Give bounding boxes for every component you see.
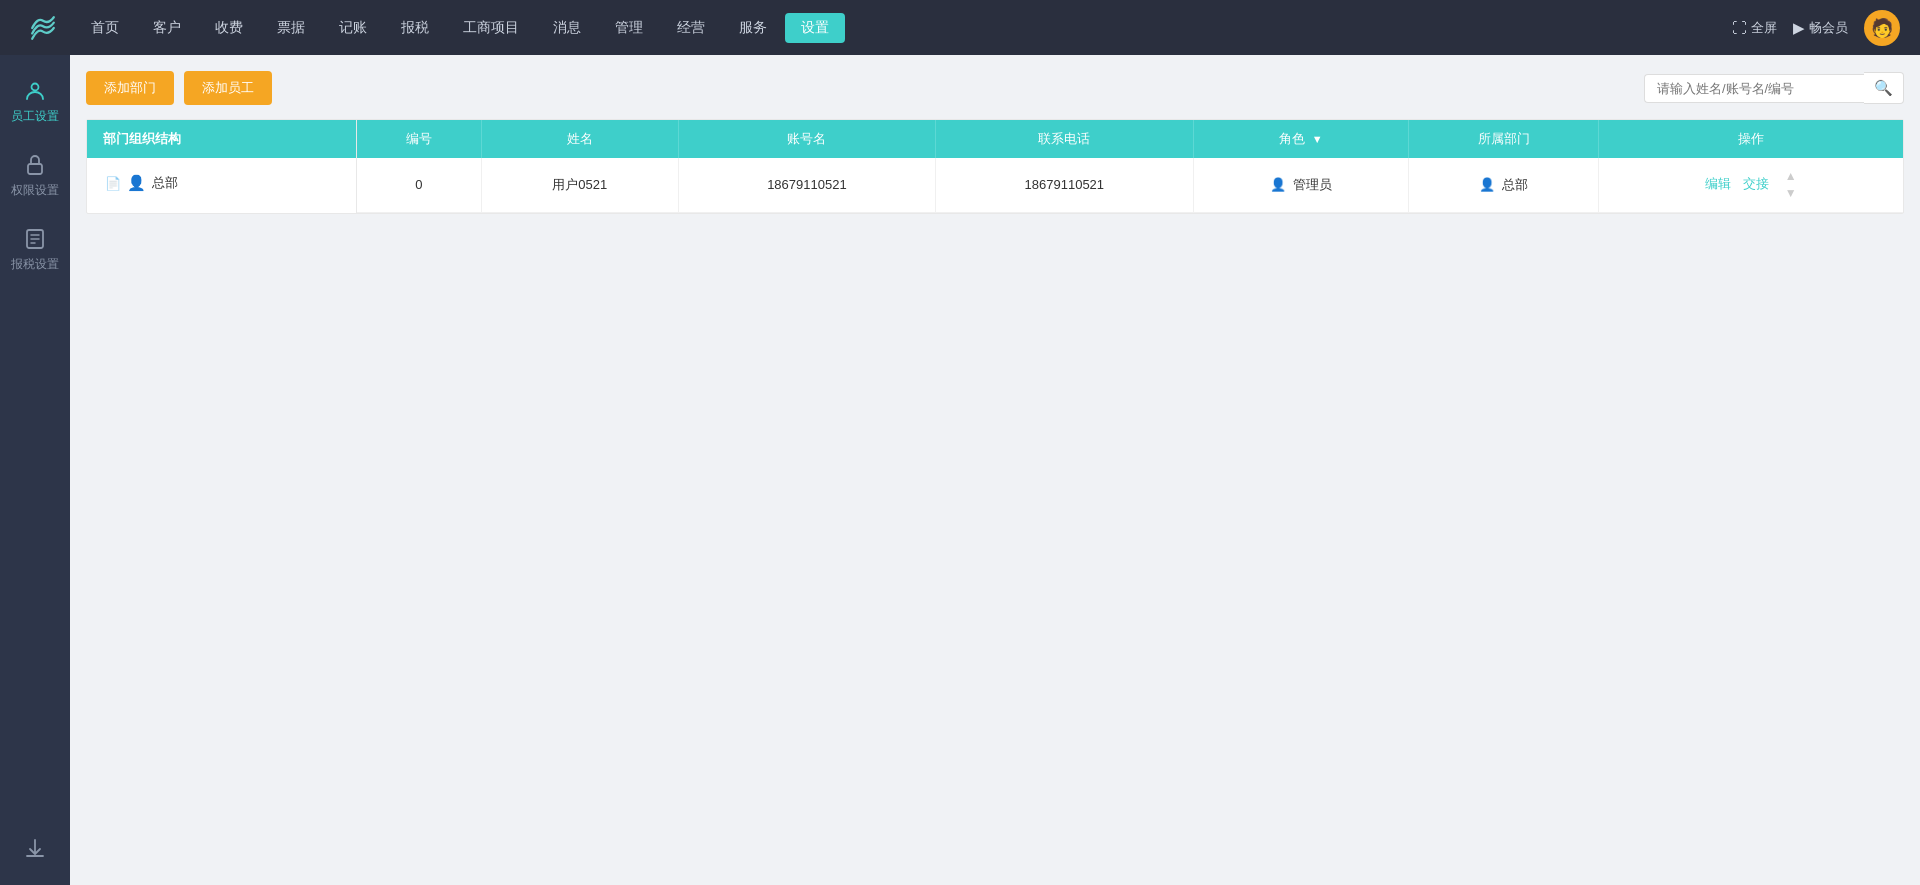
nav-item-business[interactable]: 工商项目 — [447, 13, 535, 43]
cell-id: 0 — [357, 158, 481, 212]
user-icon: 👤 — [127, 174, 146, 192]
search-button[interactable]: 🔍 — [1864, 72, 1904, 104]
dept-user-icon: 👤 — [1479, 177, 1495, 192]
search-icon: 🔍 — [1874, 79, 1893, 96]
sidebar-item-employee[interactable]: 员工设置 — [0, 65, 70, 139]
table-row: 0 用户0521 18679110521 18679110521 👤 管理员 👤… — [357, 158, 1903, 212]
nav-item-operation[interactable]: 经营 — [661, 13, 721, 43]
fullscreen-button[interactable]: ⛶ 全屏 — [1732, 19, 1777, 37]
nav-right: ⛶ 全屏 ▶ 畅会员 🧑 — [1732, 10, 1900, 46]
avatar-icon: 🧑 — [1871, 17, 1893, 39]
search-input[interactable] — [1644, 74, 1864, 103]
col-actions: 操作 — [1598, 120, 1903, 158]
cell-role: 👤 管理员 — [1193, 158, 1409, 212]
nav-item-settings[interactable]: 设置 — [785, 13, 845, 43]
nav-item-bill[interactable]: 票据 — [261, 13, 321, 43]
cell-dept: 👤 总部 — [1409, 158, 1599, 212]
tree-item-general[interactable]: 📄 👤 总部 — [97, 168, 346, 198]
fullscreen-icon: ⛶ — [1732, 19, 1747, 36]
col-phone: 联系电话 — [936, 120, 1193, 158]
cell-phone: 18679110521 — [936, 158, 1193, 212]
sidebar-label-permission: 权限设置 — [11, 182, 59, 199]
fullscreen-label: 全屏 — [1751, 19, 1777, 37]
member-label: 畅会员 — [1809, 19, 1848, 37]
transfer-link[interactable]: 交接 — [1743, 176, 1769, 191]
member-button[interactable]: ▶ 畅会员 — [1793, 19, 1848, 37]
sort-icon: ▼ — [1312, 133, 1323, 145]
sidebar-item-taxsettings[interactable]: 报税设置 — [0, 213, 70, 287]
col-id: 编号 — [357, 120, 481, 158]
col-role[interactable]: 角色 ▼ — [1193, 120, 1409, 158]
avatar[interactable]: 🧑 — [1864, 10, 1900, 46]
top-nav: 首页 客户 收费 票据 记账 报税 工商项目 消息 管理 经营 服务 设置 ⛶ … — [0, 0, 1920, 55]
add-employee-button[interactable]: 添加员工 — [184, 71, 272, 105]
nav-item-customer[interactable]: 客户 — [137, 13, 197, 43]
file-icon: 📄 — [105, 176, 121, 191]
nav-item-service[interactable]: 服务 — [723, 13, 783, 43]
employee-icon — [23, 79, 47, 103]
sidebar-label-employee: 员工设置 — [11, 108, 59, 125]
tree-body: 📄 👤 总部 — [87, 158, 356, 208]
nav-item-tax[interactable]: 报税 — [385, 13, 445, 43]
cell-actions: 编辑 交接 ▲ ▼ — [1598, 158, 1903, 212]
table-header-row: 编号 姓名 账号名 联系电话 角 — [357, 120, 1903, 158]
main-layout: 员工设置 权限设置 报税设置 — [0, 55, 1920, 885]
col-account: 账号名 — [678, 120, 935, 158]
nav-item-message[interactable]: 消息 — [537, 13, 597, 43]
search-area: 🔍 — [1644, 72, 1904, 104]
arrow-up-icon[interactable]: ▲ — [1785, 168, 1797, 185]
svg-rect-1 — [28, 164, 42, 174]
tree-header: 部门组织结构 — [87, 120, 356, 158]
nav-item-home[interactable]: 首页 — [75, 13, 135, 43]
toolbar: 添加部门 添加员工 🔍 — [86, 71, 1904, 105]
download-icon — [23, 837, 47, 861]
member-icon: ▶ — [1793, 19, 1805, 37]
svg-point-0 — [32, 84, 39, 91]
edit-link[interactable]: 编辑 — [1705, 176, 1731, 191]
cell-role-label: 管理员 — [1293, 177, 1332, 192]
add-dept-button[interactable]: 添加部门 — [86, 71, 174, 105]
col-dept: 所属部门 — [1409, 120, 1599, 158]
sidebar-item-permission[interactable]: 权限设置 — [0, 139, 70, 213]
data-table: 编号 姓名 账号名 联系电话 角 — [357, 120, 1903, 213]
logo-area — [10, 10, 75, 46]
tree-panel: 部门组织结构 📄 👤 总部 — [87, 120, 357, 213]
nav-items: 首页 客户 收费 票据 记账 报税 工商项目 消息 管理 经营 服务 设置 — [75, 13, 1732, 43]
nav-item-fee[interactable]: 收费 — [199, 13, 259, 43]
sidebar: 员工设置 权限设置 报税设置 — [0, 55, 70, 885]
nav-item-manage[interactable]: 管理 — [599, 13, 659, 43]
cell-dept-label: 总部 — [1502, 177, 1528, 192]
taxsettings-icon — [23, 227, 47, 251]
tree-header-label: 部门组织结构 — [103, 131, 181, 146]
table-panel: 编号 姓名 账号名 联系电话 角 — [357, 120, 1903, 213]
arrow-down-icon[interactable]: ▼ — [1785, 185, 1797, 202]
panel-layout: 部门组织结构 📄 👤 总部 编号 — [86, 119, 1904, 214]
nav-item-accounting[interactable]: 记账 — [323, 13, 383, 43]
col-name: 姓名 — [481, 120, 678, 158]
sidebar-item-download[interactable] — [0, 823, 70, 875]
tree-item-label: 总部 — [152, 174, 178, 192]
sidebar-label-taxsettings: 报税设置 — [11, 256, 59, 273]
role-user-icon: 👤 — [1270, 177, 1286, 192]
permission-icon — [23, 153, 47, 177]
cell-name: 用户0521 — [481, 158, 678, 212]
content-area: 添加部门 添加员工 🔍 部门组织结构 📄 👤 总部 — [70, 55, 1920, 885]
cell-account: 18679110521 — [678, 158, 935, 212]
